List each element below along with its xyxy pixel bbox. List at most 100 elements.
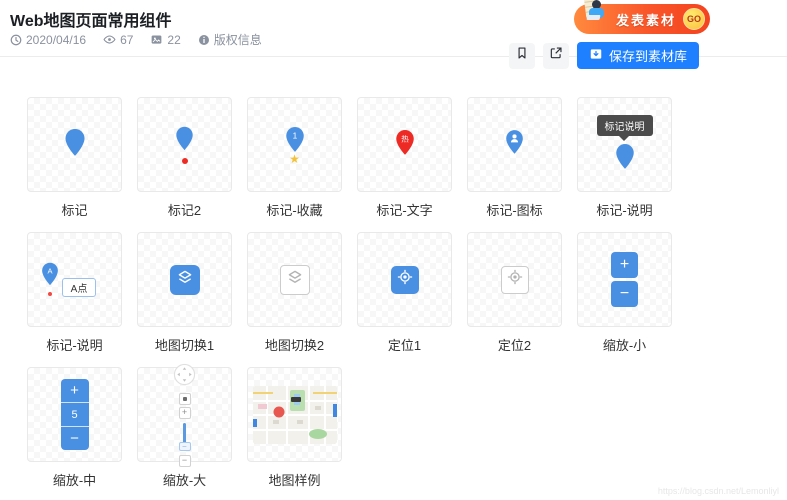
layers-icon bbox=[286, 268, 304, 291]
card-label: 地图切换1 bbox=[154, 338, 215, 353]
marker-pin-text-icon: 热 bbox=[395, 129, 415, 161]
grid-cell: + − 缩放-小 bbox=[577, 232, 672, 353]
grid-cell: 标记-图标 bbox=[467, 97, 562, 218]
bookmark-button[interactable] bbox=[508, 42, 535, 69]
card-marker-label[interactable]: A A点 bbox=[27, 232, 122, 327]
card-marker-tooltip[interactable]: 标记说明 bbox=[577, 97, 672, 192]
zoom-out-button: − bbox=[178, 454, 191, 467]
card-label: 标记-说明 bbox=[46, 338, 103, 353]
watermark-url: https://blog.csdn.net/Lemonliyl bbox=[657, 486, 779, 496]
card-label: 地图切换2 bbox=[264, 338, 325, 353]
card-label: 定位2 bbox=[497, 338, 532, 353]
grid-cell: 地图样例 bbox=[247, 367, 342, 488]
card-map-sample[interactable] bbox=[247, 367, 342, 462]
card-label: 缩放-大 bbox=[162, 473, 207, 488]
card-label: 缩放-小 bbox=[602, 338, 647, 353]
save-to-library-button[interactable]: 保存到素材库 bbox=[576, 42, 699, 69]
grid-cell: 1 ★ 标记-收藏 bbox=[247, 97, 342, 218]
card-label: 定位1 bbox=[387, 338, 422, 353]
eye-icon bbox=[103, 33, 116, 46]
grid-cell: 标记说明 标记-说明 bbox=[577, 97, 672, 218]
zoom-in-button: + bbox=[178, 406, 191, 419]
card-label: 缩放-中 bbox=[52, 473, 97, 488]
zoom-in-button: + bbox=[60, 379, 89, 403]
grid-cell: 标记 bbox=[27, 97, 122, 218]
card-marker[interactable] bbox=[27, 97, 122, 192]
bookmark-icon bbox=[515, 46, 529, 65]
share-button[interactable] bbox=[542, 42, 569, 69]
card-label: 标记 bbox=[61, 203, 88, 218]
zoom-in-button: + bbox=[611, 252, 638, 278]
page-title: Web地图页面常用组件 bbox=[10, 13, 172, 30]
meta-images: 22 bbox=[150, 32, 181, 47]
card-label: 标记2 bbox=[167, 203, 202, 218]
grid-cell: 地图切换1 bbox=[137, 232, 232, 353]
red-dot-icon bbox=[47, 292, 52, 296]
card-zoom-medium[interactable]: + 5 − bbox=[27, 367, 122, 462]
zoom-slider: – bbox=[178, 422, 191, 451]
card-marker-text[interactable]: 热 bbox=[357, 97, 452, 192]
card-locate-1[interactable] bbox=[357, 232, 452, 327]
meta-date-text: 2020/04/16 bbox=[26, 32, 87, 47]
publish-banner-label: 发表素材 bbox=[615, 12, 676, 28]
svg-text:A: A bbox=[47, 266, 52, 275]
point-label-tag: A点 bbox=[61, 278, 97, 297]
grid-cell: 地图切换2 bbox=[247, 232, 342, 353]
marker-pin-icon bbox=[64, 128, 86, 162]
marker-pin-icon bbox=[615, 143, 635, 175]
card-label: 标记-图标 bbox=[486, 203, 543, 218]
card-locate-2[interactable] bbox=[467, 232, 562, 327]
writer-illustration bbox=[578, 0, 614, 35]
locate-button-white bbox=[500, 265, 529, 294]
locate-icon bbox=[396, 268, 414, 291]
layers-icon bbox=[176, 268, 194, 291]
go-button[interactable]: GO bbox=[683, 8, 705, 30]
meta-copyright-text: 版权信息 bbox=[213, 33, 262, 47]
action-toolbar: 保存到素材库 bbox=[508, 42, 699, 69]
zoom-out-button: − bbox=[70, 430, 79, 447]
card-layer-switch-2[interactable] bbox=[247, 232, 342, 327]
publish-banner[interactable]: 发表素材 GO bbox=[573, 0, 710, 34]
grid-cell: 定位1 bbox=[357, 232, 452, 353]
grid-cell: A A点 标记-说明 bbox=[27, 232, 122, 353]
zoom-out-button: − bbox=[611, 281, 638, 307]
card-label: 标记-说明 bbox=[596, 203, 653, 218]
card-layer-switch-1[interactable] bbox=[137, 232, 232, 327]
card-zoom-small[interactable]: + − bbox=[577, 232, 672, 327]
locate-icon bbox=[506, 268, 524, 291]
svg-text:热: 热 bbox=[401, 133, 409, 143]
component-grid: 标记 标记2 1 ★ 标记-收藏 热 标记-文字 标记-图标 标记说明 标记-说… bbox=[27, 97, 672, 488]
grid-cell: + – − 缩放-大 bbox=[137, 363, 232, 488]
meta-row: 2020/04/16 67 22 版权信息 bbox=[10, 31, 262, 48]
card-marker-icon[interactable] bbox=[467, 97, 562, 192]
grid-cell: 定位2 bbox=[467, 232, 562, 353]
card-label: 标记-收藏 bbox=[266, 203, 323, 218]
marker-pin-person-icon bbox=[505, 129, 524, 160]
card-label: 标记-文字 bbox=[376, 203, 433, 218]
card-marker-favorite[interactable]: 1 ★ bbox=[247, 97, 342, 192]
save-icon bbox=[589, 47, 603, 64]
tooltip-bubble: 标记说明 bbox=[596, 114, 653, 141]
meta-date: 2020/04/16 bbox=[10, 33, 86, 47]
info-icon bbox=[198, 34, 210, 46]
locate-button-blue bbox=[390, 265, 419, 294]
image-icon bbox=[150, 33, 163, 46]
card-zoom-large[interactable]: + – − bbox=[137, 363, 232, 467]
save-button-label: 保存到素材库 bbox=[608, 49, 687, 64]
card-marker2[interactable] bbox=[137, 97, 232, 192]
meta-images-text: 22 bbox=[167, 32, 181, 47]
slider-handle: – bbox=[178, 441, 191, 451]
meta-views-text: 67 bbox=[120, 32, 134, 47]
layers-button-blue bbox=[169, 264, 200, 295]
svg-text:1: 1 bbox=[292, 130, 297, 140]
zoom-level-value: 5 bbox=[60, 403, 89, 427]
grid-cell: + 5 − 缩放-中 bbox=[27, 367, 122, 488]
clock-icon bbox=[10, 34, 22, 46]
page-root: { "page": { "title": "Web地图页面常用组件", "met… bbox=[0, 0, 787, 500]
red-dot-icon bbox=[181, 157, 188, 164]
map-preview-image bbox=[252, 385, 337, 444]
marker-pin-letter-icon: A bbox=[41, 262, 59, 291]
layers-button-white bbox=[279, 264, 310, 295]
marker-pin-icon bbox=[175, 126, 194, 156]
pan-compass-icon bbox=[173, 363, 196, 391]
